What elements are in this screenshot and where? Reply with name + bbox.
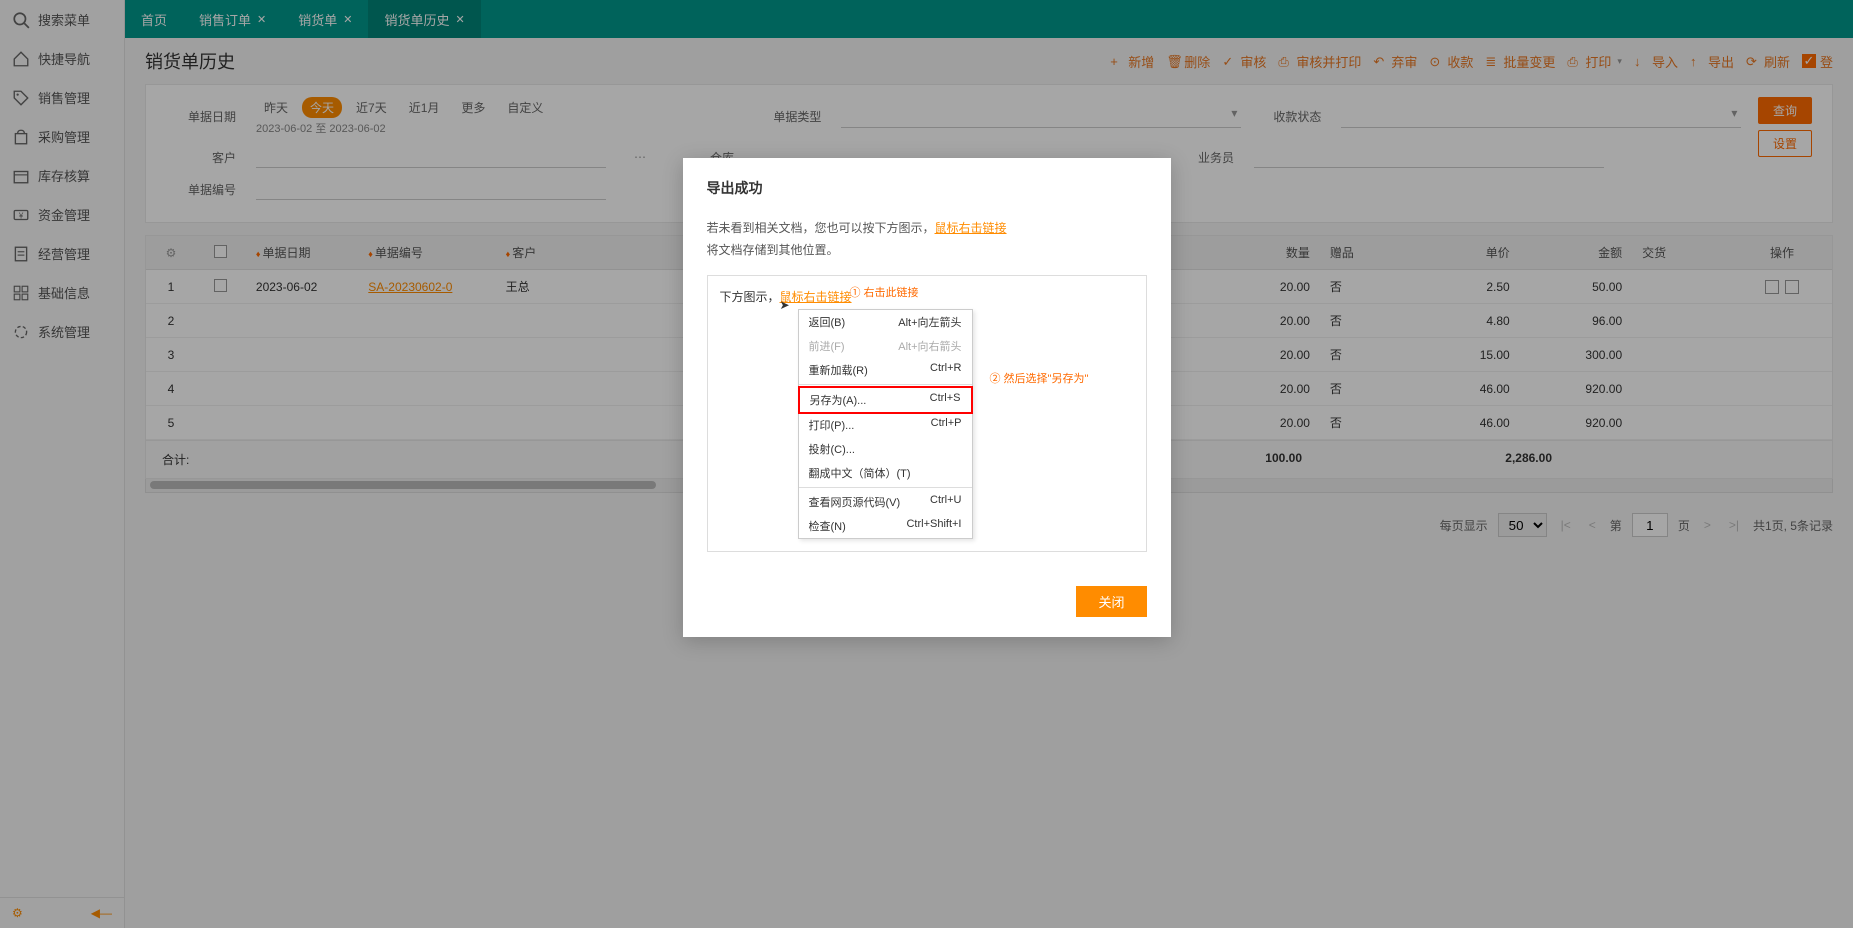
ctx-menu-item: 翻成中文（简体）(T): [799, 461, 972, 485]
ctx-menu-item: 另存为(A)...Ctrl+S: [798, 386, 973, 414]
ctx-menu-item: 重新加载(R)Ctrl+R: [799, 358, 972, 382]
inst-link: 鼠标右击链接: [780, 290, 852, 304]
modal-text-2: 将文档存储到其他位置。: [707, 243, 839, 257]
ctx-menu-item: 前进(F)Alt+向右箭头: [799, 334, 972, 358]
export-success-modal: 导出成功 若未看到相关文档，您也可以按下方图示，鼠标右击链接 将文档存储到其他位…: [683, 158, 1171, 637]
modal-text-1: 若未看到相关文档，您也可以按下方图示，: [707, 221, 935, 235]
modal-title: 导出成功: [707, 178, 1147, 198]
ctx-menu-item: 投射(C)...: [799, 437, 972, 461]
ctx-menu-item: 查看网页源代码(V)Ctrl+U: [799, 490, 972, 514]
instruction-box: 下方图示，鼠标右击链接 ➤ ① 右击此链接 ② 然后选择"另存为" 返回(B)A…: [707, 275, 1147, 552]
rightclick-link[interactable]: 鼠标右击链接: [935, 221, 1007, 235]
context-menu-illustration: 返回(B)Alt+向左箭头前进(F)Alt+向右箭头重新加载(R)Ctrl+R 另…: [798, 309, 973, 539]
close-button[interactable]: 关闭: [1076, 586, 1146, 617]
ctx-menu-item: 检查(N)Ctrl+Shift+I: [799, 514, 972, 538]
modal-text: 若未看到相关文档，您也可以按下方图示，鼠标右击链接 将文档存储到其他位置。: [707, 218, 1147, 261]
cursor-icon: ➤: [780, 298, 790, 312]
annotation-2: ② 然后选择"另存为": [990, 370, 1089, 386]
annotation-1: ① 右击此链接: [850, 284, 919, 300]
ctx-menu-item: 打印(P)...Ctrl+P: [799, 413, 972, 437]
inst-pre: 下方图示，: [720, 290, 780, 304]
ctx-menu-item: 返回(B)Alt+向左箭头: [799, 310, 972, 334]
